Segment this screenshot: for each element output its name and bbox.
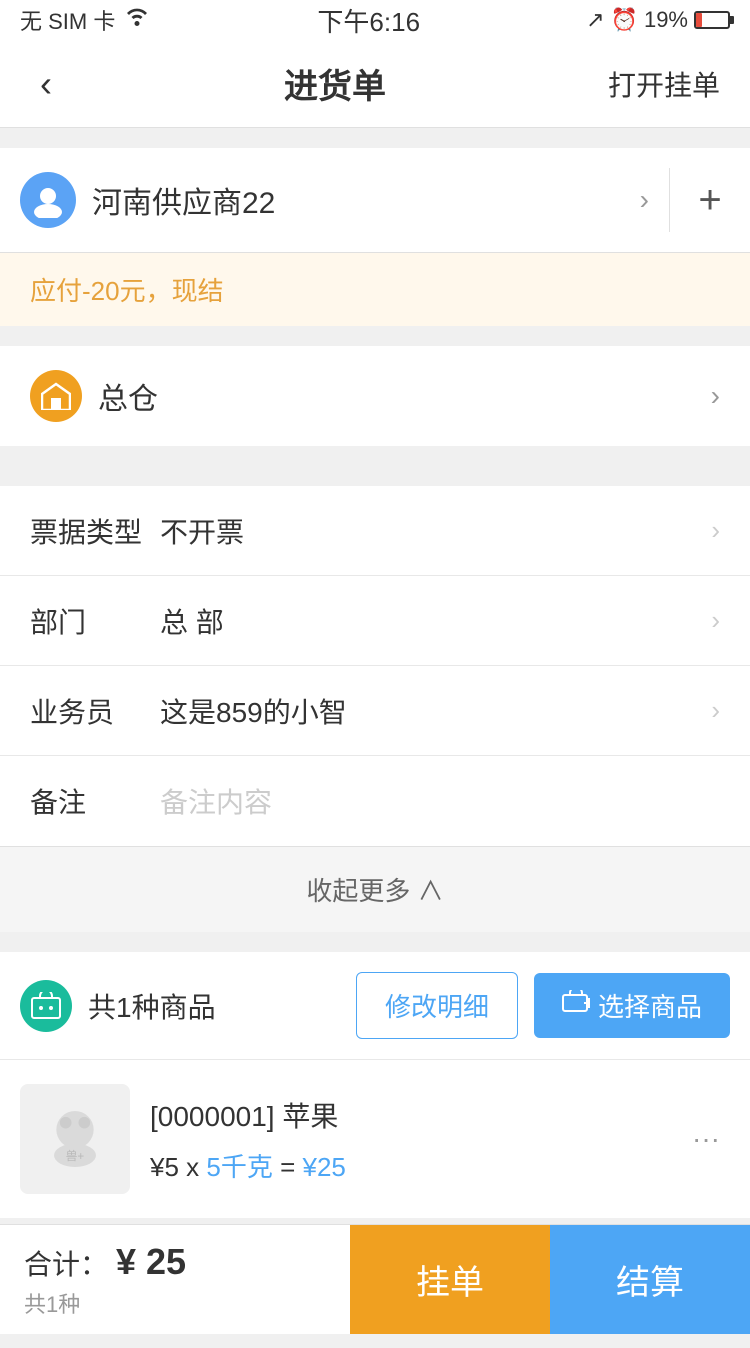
status-right: ↗ ⏰ 19% [586,7,730,33]
select-product-button[interactable]: 选择商品 [534,973,730,1038]
invoice-type-value: 不开票 [160,511,711,551]
bottom-total-main: 合计： ¥ 25 [24,1241,326,1283]
notice-bar: 应付-20元，现结 [0,253,750,326]
department-value: 总 部 [160,601,711,641]
warehouse-name: 总仓 [98,374,695,418]
select-product-label: 选择商品 [598,987,702,1024]
invoice-type-label: 票据类型 [30,511,160,551]
cart-icon [562,990,590,1021]
product-count-text: 共1种商品 [88,986,340,1026]
remark-placeholder: 备注内容 [160,781,720,821]
pay-button[interactable]: 结算 [550,1225,750,1334]
gap-1 [0,128,750,148]
department-row[interactable]: 部门 总 部 › [0,576,750,666]
products-header: 共1种商品 修改明细 选择商品 [0,952,750,1060]
page-title: 进货单 [284,59,386,108]
collapse-label: 收起更多 ∧ [306,876,443,906]
status-left: 无 SIM 卡 [20,4,151,36]
collapse-bar[interactable]: 收起更多 ∧ [0,846,750,932]
bottom-total-sub: 共1种 [24,1287,326,1319]
warehouse-section: 总仓 › [0,346,750,446]
supplier-main-row[interactable]: 河南供应商22 › [0,148,669,252]
hang-button[interactable]: 挂单 [350,1225,550,1334]
warehouse-chevron-icon: › [711,380,720,412]
total-amount: ¥ 25 [116,1241,186,1283]
remark-row[interactable]: 备注 备注内容 [0,756,750,846]
product-name: [0000001] 苹果 [150,1095,662,1135]
form-section: 票据类型 不开票 › 部门 总 部 › 业务员 这是859的小智 › 备注 备注… [0,486,750,846]
warehouse-row[interactable]: 总仓 › [0,346,750,446]
status-bar: 无 SIM 卡 下午6:16 ↗ ⏰ 19% [0,0,750,40]
add-supplier-button[interactable]: + [670,148,750,252]
product-price-row: ¥5 x 5千克 = ¥25 [150,1147,662,1184]
wifi-icon [123,7,151,33]
supplier-name: 河南供应商22 [92,178,624,222]
product-equals: = [273,1152,303,1182]
no-sim-label: 无 SIM 卡 [20,4,115,36]
product-item: 兽+ [0000001] 苹果 ¥5 x 5千克 = ¥25 ··· [0,1060,750,1218]
notice-text: 应付-20元，现结 [30,276,224,306]
gap-2 [0,466,750,486]
edit-detail-button[interactable]: 修改明细 [356,972,518,1039]
back-button[interactable]: ‹ [30,53,62,115]
product-info: [0000001] 苹果 ¥5 x 5千克 = ¥25 [150,1095,662,1184]
product-unit-price: ¥5 x [150,1152,206,1182]
products-icon [20,980,72,1032]
salesperson-value: 这是859的小智 [160,691,711,731]
product-thumbnail: 兽+ [20,1084,130,1194]
salesperson-label: 业务员 [30,691,160,731]
department-chevron-icon: › [711,605,720,636]
product-quantity: 5千克 [206,1152,272,1182]
supplier-section: 河南供应商22 › + [0,148,750,253]
warehouse-icon [30,370,82,422]
battery-icon [694,11,730,29]
products-section: 共1种商品 修改明细 选择商品 兽+ [0000001] 苹果 ¥5 x [0,952,750,1218]
svg-text:兽+: 兽+ [66,1149,85,1163]
battery-label: 19% [644,7,688,33]
supplier-chevron-icon: › [640,184,649,216]
total-label: 合计： [24,1243,108,1283]
invoice-type-chevron-icon: › [711,515,720,546]
supplier-avatar [20,172,76,228]
department-label: 部门 [30,601,160,641]
bottom-total: 合计： ¥ 25 共1种 [0,1225,350,1334]
open-pending-button[interactable]: 打开挂单 [608,64,720,104]
invoice-type-row[interactable]: 票据类型 不开票 › [0,486,750,576]
nav-bar: ‹ 进货单 打开挂单 [0,40,750,128]
product-total: ¥25 [302,1152,345,1182]
salesperson-row[interactable]: 业务员 这是859的小智 › [0,666,750,756]
status-time: 下午6:16 [317,2,420,39]
product-more-button[interactable]: ··· [682,1113,730,1165]
product-code: [0000001] [150,1101,282,1132]
bottom-bar: 合计： ¥ 25 共1种 挂单 结算 [0,1224,750,1334]
salesperson-chevron-icon: › [711,695,720,726]
remark-label: 备注 [30,781,160,821]
location-icon: ↗ [586,7,604,33]
product-title: 苹果 [282,1101,338,1132]
alarm-icon: ⏰ [611,7,638,33]
